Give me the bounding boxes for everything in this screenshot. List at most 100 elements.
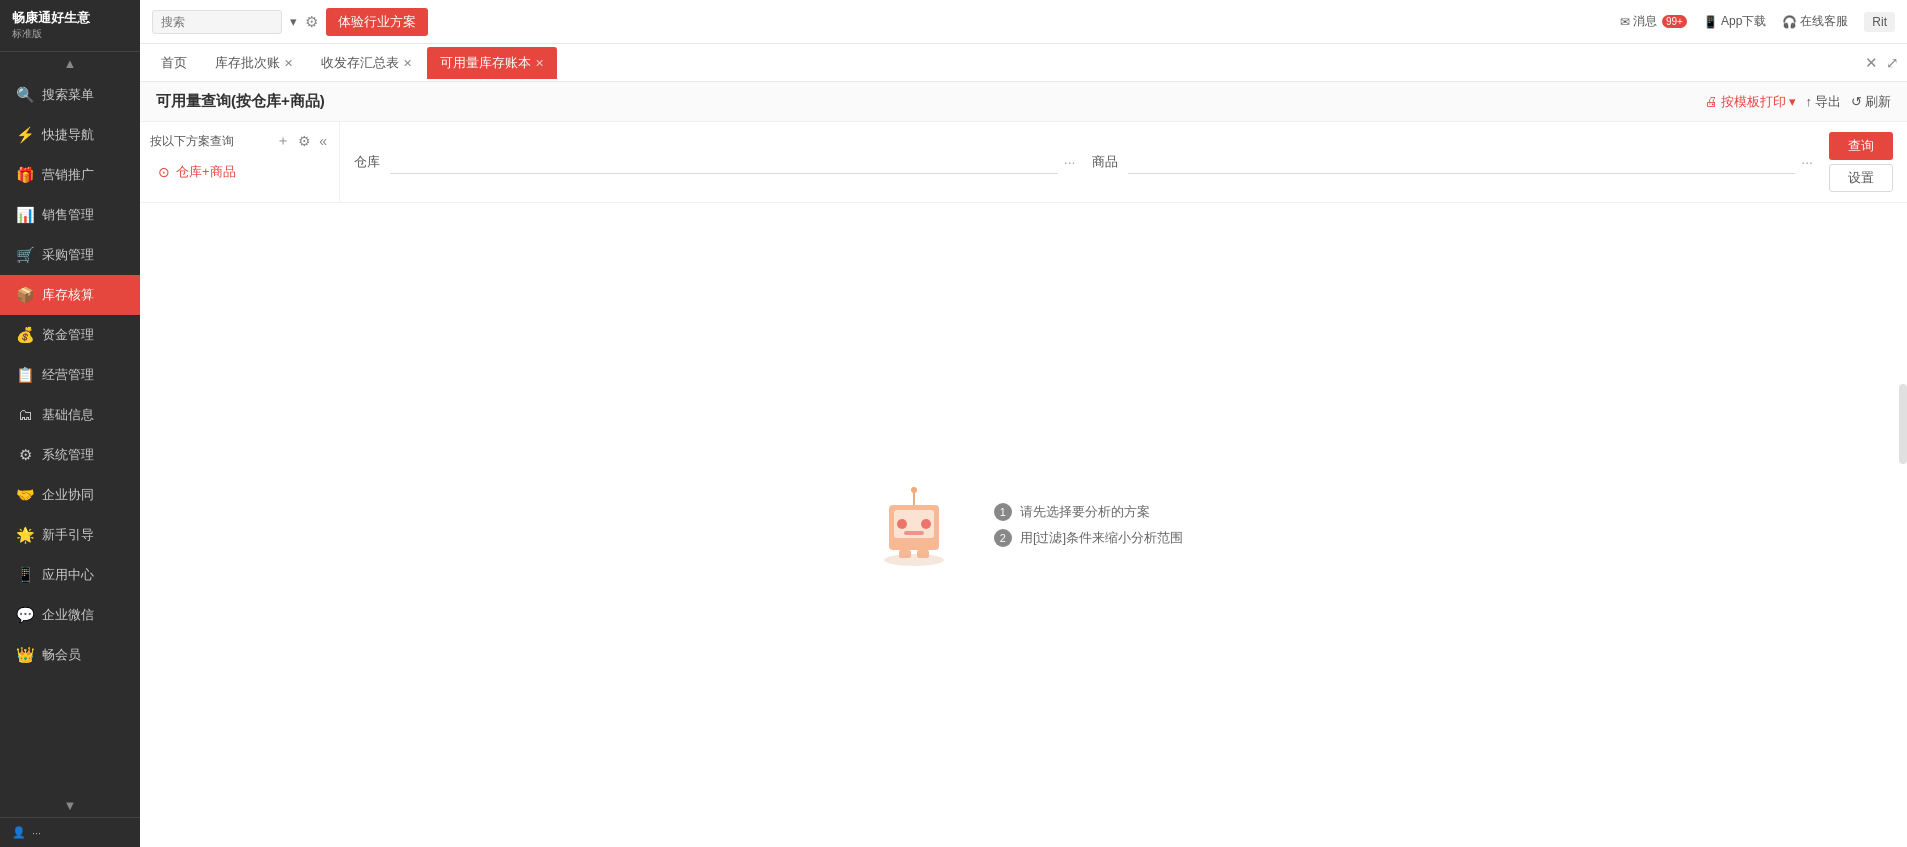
scheme-header-label: 按以下方案查询 — [150, 133, 234, 150]
sidebar-item-label: 搜索菜单 — [42, 86, 94, 104]
empty-state: 1 请先选择要分析的方案 2 用[过滤]条件来缩小分析范围 — [140, 203, 1907, 847]
sidebar-item-inventory[interactable]: 📦 库存核算 — [0, 275, 140, 315]
tab-home[interactable]: 首页 — [148, 47, 200, 79]
tab-close-icon[interactable]: ✕ — [284, 57, 293, 70]
tab-batch[interactable]: 库存批次账 ✕ — [202, 47, 306, 79]
service-label: 在线客服 — [1800, 13, 1848, 30]
add-scheme-button[interactable]: ＋ — [274, 132, 292, 150]
export-button[interactable]: ↑ 导出 — [1806, 93, 1842, 111]
search-input[interactable] — [152, 10, 282, 34]
sidebar-item-finance[interactable]: 💰 资金管理 — [0, 315, 140, 355]
sidebar-item-label: 采购管理 — [42, 246, 94, 264]
page-content: 可用量查询(按仓库+商品) 🖨 按模板打印 ▾ ↑ 导出 ↺ 刷新 — [140, 82, 1907, 847]
sidebar-item-label: 企业微信 — [42, 606, 94, 624]
username-label: Rit — [1872, 15, 1887, 29]
app-download-button[interactable]: 📱 App下载 — [1703, 13, 1766, 30]
sidebar: 畅康通好生意 标准版 ▲ 🔍 搜索菜单 ⚡ 快捷导航 🎁 营销推广 📊 销售管理… — [0, 0, 140, 847]
export-icon: ↑ — [1806, 94, 1813, 109]
product-input[interactable] — [1128, 150, 1796, 174]
brand-version: 标准版 — [12, 27, 128, 41]
topbar: ▾ ⚙ 体验行业方案 ✉ 消息 99+ 📱 App下载 🎧 在线客服 Rit — [140, 0, 1907, 44]
headset-icon: 🎧 — [1782, 15, 1797, 29]
filter-row: 仓库 ··· 商品 ··· 查询 设置 — [354, 132, 1893, 192]
handshake-icon: 🤝 — [16, 486, 34, 504]
sidebar-item-label: 快捷导航 — [42, 126, 94, 144]
refresh-button[interactable]: ↺ 刷新 — [1851, 93, 1891, 111]
close-window-icon[interactable]: ✕ — [1865, 54, 1878, 72]
empty-illustration — [864, 475, 964, 575]
tip-number-2: 2 — [994, 529, 1012, 547]
filter-field-warehouse: 仓库 ··· — [354, 150, 1076, 174]
box-icon: 📦 — [16, 286, 34, 304]
topbar-gear-icon[interactable]: ⚙ — [305, 13, 318, 31]
industry-btn[interactable]: 体验行业方案 — [326, 8, 428, 36]
sidebar-item-label: 资金管理 — [42, 326, 94, 344]
printer-icon: 🖨 — [1705, 94, 1718, 109]
messages-button[interactable]: ✉ 消息 99+ — [1620, 13, 1687, 30]
filter-area: 按以下方案查询 ＋ ⚙ « ⊙ 仓库+商品 仓库 — [140, 122, 1907, 203]
template-print-button[interactable]: 🖨 按模板打印 ▾ — [1705, 93, 1796, 111]
sidebar-item-guide[interactable]: 🌟 新手引导 — [0, 515, 140, 555]
svg-point-3 — [921, 519, 931, 529]
export-label: 导出 — [1815, 93, 1841, 111]
sidebar-scroll-up[interactable]: ▲ — [0, 52, 140, 75]
messages-badge: 99+ — [1662, 15, 1687, 28]
tab-close-icon[interactable]: ✕ — [535, 57, 544, 70]
tab-available[interactable]: 可用量库存账本 ✕ — [427, 47, 557, 79]
folder-icon: 🗂 — [16, 406, 34, 423]
gear-icon: ⚙ — [16, 446, 34, 464]
page-title: 可用量查询(按仓库+商品) — [156, 92, 325, 111]
sidebar-item-basic[interactable]: 🗂 基础信息 — [0, 395, 140, 435]
warehouse-label: 仓库 — [354, 153, 384, 171]
settings-scheme-button[interactable]: ⚙ — [296, 132, 313, 150]
query-button[interactable]: 查询 — [1829, 132, 1893, 160]
scheme-item-label: 仓库+商品 — [176, 163, 236, 181]
sidebar-item-label: 销售管理 — [42, 206, 94, 224]
scheme-icon: ⊙ — [158, 164, 170, 180]
sidebar-item-label: 库存核算 — [42, 286, 94, 304]
product-more-icon[interactable]: ··· — [1801, 154, 1813, 170]
sidebar-item-label: 营销推广 — [42, 166, 94, 184]
tabs-bar: 首页 库存批次账 ✕ 收发存汇总表 ✕ 可用量库存账本 ✕ ✕ ⤢ — [140, 44, 1907, 82]
user-avatar-icon: 👤 — [12, 826, 26, 839]
tab-label: 库存批次账 — [215, 54, 280, 72]
sidebar-item-sales[interactable]: 📊 销售管理 — [0, 195, 140, 235]
sidebar-item-apps[interactable]: 📱 应用中心 — [0, 555, 140, 595]
collapse-scheme-button[interactable]: « — [317, 132, 329, 150]
phone-icon: 📱 — [1703, 15, 1718, 29]
star-icon: 🌟 — [16, 526, 34, 544]
service-button[interactable]: 🎧 在线客服 — [1782, 13, 1848, 30]
topbar-right: ✉ 消息 99+ 📱 App下载 🎧 在线客服 Rit — [1620, 12, 1895, 32]
tip-text-2: 用[过滤]条件来缩小分析范围 — [1020, 529, 1183, 547]
filter-scheme-panel: 按以下方案查询 ＋ ⚙ « ⊙ 仓库+商品 — [140, 122, 340, 202]
sidebar-item-label: 畅会员 — [42, 646, 81, 664]
filter-field-product: 商品 ··· — [1092, 150, 1814, 174]
user-menu[interactable]: Rit — [1864, 12, 1895, 32]
svg-rect-4 — [904, 531, 924, 535]
resize-window-icon[interactable]: ⤢ — [1886, 54, 1899, 72]
cart-icon: 🛒 — [16, 246, 34, 264]
sidebar-item-member[interactable]: 👑 畅会员 — [0, 635, 140, 675]
sidebar-item-system[interactable]: ⚙ 系统管理 — [0, 435, 140, 475]
sidebar-item-operations[interactable]: 📋 经营管理 — [0, 355, 140, 395]
sidebar-item-collab[interactable]: 🤝 企业协同 — [0, 475, 140, 515]
warehouse-input[interactable] — [390, 150, 1058, 174]
sidebar-item-wecom[interactable]: 💬 企业微信 — [0, 595, 140, 635]
sidebar-item-search[interactable]: 🔍 搜索菜单 — [0, 75, 140, 115]
tab-close-icon[interactable]: ✕ — [403, 57, 412, 70]
dropdown-arrow-icon[interactable]: ▾ — [290, 14, 297, 29]
empty-tips: 1 请先选择要分析的方案 2 用[过滤]条件来缩小分析范围 — [994, 503, 1183, 547]
scroll-handle[interactable] — [1899, 384, 1907, 464]
scheme-item-warehouse-product[interactable]: ⊙ 仓库+商品 — [150, 158, 329, 186]
tab-summary[interactable]: 收发存汇总表 ✕ — [308, 47, 425, 79]
sidebar-item-shortcuts[interactable]: ⚡ 快捷导航 — [0, 115, 140, 155]
sidebar-item-label: 应用中心 — [42, 566, 94, 584]
settings-button[interactable]: 设置 — [1829, 164, 1893, 192]
window-controls: ✕ ⤢ — [1865, 54, 1899, 72]
main-area: ▾ ⚙ 体验行业方案 ✉ 消息 99+ 📱 App下载 🎧 在线客服 Rit — [140, 0, 1907, 847]
sidebar-item-purchase[interactable]: 🛒 采购管理 — [0, 235, 140, 275]
warehouse-more-icon[interactable]: ··· — [1064, 154, 1076, 170]
sidebar-scroll-down[interactable]: ▼ — [0, 794, 140, 817]
template-print-label: 按模板打印 — [1721, 93, 1786, 111]
sidebar-item-marketing[interactable]: 🎁 营销推广 — [0, 155, 140, 195]
